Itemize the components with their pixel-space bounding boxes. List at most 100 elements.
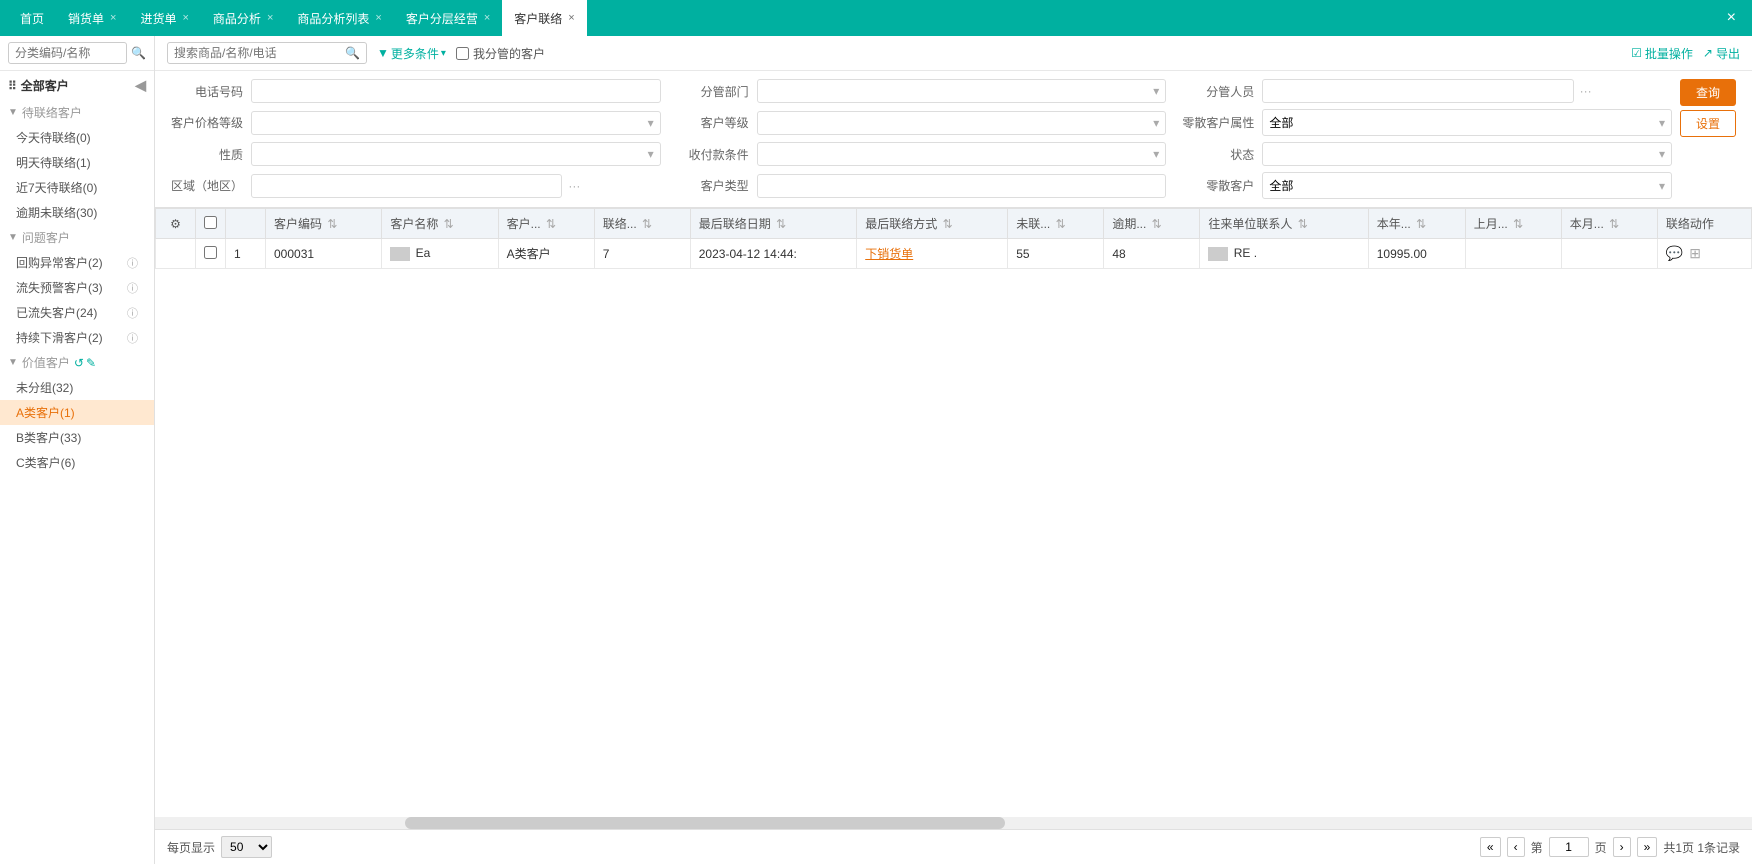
main-search-icon[interactable]: 🔍 — [345, 46, 360, 60]
col-last-month[interactable]: 上月... ⇅ — [1465, 209, 1561, 239]
sidebar-item-declining[interactable]: 持续下滑客户(2) ⓘ — [0, 325, 154, 350]
col-this-year[interactable]: 本年... ⇅ — [1368, 209, 1465, 239]
filter-cell-retail: 零散客户 全部 ▾ — [1182, 172, 1672, 199]
col-type[interactable]: 客户... ⇅ — [498, 209, 594, 239]
col-last-method[interactable]: 最后联络方式 ⇅ — [857, 209, 1008, 239]
customer-type-input[interactable] — [757, 174, 1167, 198]
col-settings[interactable]: ⚙ — [156, 209, 196, 239]
close-analysis-list-tab[interactable]: × — [375, 12, 381, 24]
batch-op-btn[interactable]: ☑ 批量操作 — [1631, 45, 1693, 62]
row-checkbox[interactable] — [196, 239, 226, 269]
status-select[interactable]: ▾ — [1262, 142, 1672, 166]
col-not-contact[interactable]: 未联... ⇅ — [1008, 209, 1104, 239]
advanced-filter: 电话号码 分管部门 ▾ 分管人员 — [155, 71, 1752, 208]
tab-customer-contact[interactable]: 客户联络 × — [502, 0, 586, 36]
sidebar-item-churn-warning[interactable]: 流失预警客户(3) ⓘ — [0, 275, 154, 300]
all-customers-header[interactable]: ⠿ 全部客户 ◀ — [0, 71, 154, 100]
next-page-btn[interactable]: › — [1613, 837, 1631, 857]
close-analysis-tab[interactable]: × — [267, 12, 273, 24]
nature-arrow: ▾ — [648, 147, 654, 161]
sidebar-search-input[interactable] — [8, 42, 127, 64]
nature-select[interactable]: ▾ — [251, 142, 661, 166]
my-customers-filter[interactable]: 我分管的客户 — [456, 45, 545, 62]
price-level-select[interactable]: ▾ — [251, 111, 661, 135]
row-name[interactable]: Ea — [382, 239, 498, 269]
col-name[interactable]: 客户名称 ⇅ — [382, 209, 498, 239]
row-this-month — [1561, 239, 1657, 269]
sidebar-item-overdue[interactable]: 逾期未联络(30) — [0, 200, 154, 225]
filter-row-1: 电话号码 分管部门 ▾ 分管人员 — [171, 79, 1672, 103]
tab-sales[interactable]: 销货单 × — [56, 0, 128, 36]
customer-level-select[interactable]: ▾ — [757, 111, 1167, 135]
close-customer-seg-tab[interactable]: × — [484, 12, 490, 24]
retail-attr-select[interactable]: 全部 ▾ — [1262, 109, 1672, 136]
col-overdue[interactable]: 逾期... ⇅ — [1104, 209, 1200, 239]
region-input[interactable] — [251, 174, 562, 198]
query-button[interactable]: 查询 — [1680, 79, 1736, 106]
last-page-btn[interactable]: » — [1637, 837, 1658, 857]
tab-customer-seg[interactable]: 客户分层经营 × — [394, 0, 502, 36]
my-customers-checkbox[interactable] — [456, 47, 469, 60]
scrollbar-thumb[interactable] — [405, 817, 1005, 829]
page-number-input[interactable] — [1549, 837, 1589, 857]
col-action: 联络动作 — [1657, 209, 1751, 239]
chat-action-icon[interactable]: 💬 — [1666, 245, 1683, 262]
sidebar-item-a-class[interactable]: A类客户(1) — [0, 400, 154, 425]
sidebar-item-b-class[interactable]: B类客户(33) — [0, 425, 154, 450]
sort-last-month-icon: ⇅ — [1513, 217, 1523, 231]
sidebar-search-icon[interactable]: 🔍 — [131, 46, 146, 60]
sidebar-collapse-btn[interactable]: ◀ — [135, 77, 146, 94]
settings-button[interactable]: 设置 — [1680, 110, 1736, 137]
col-checkbox[interactable] — [196, 209, 226, 239]
sidebar-item-ungroup[interactable]: 未分组(32) — [0, 375, 154, 400]
filter-bar: 🔍 ▼ 更多条件 ▾ 我分管的客户 ☑ 批量操作 ↗ 导出 — [155, 36, 1752, 71]
tab-analysis[interactable]: 商品分析 × — [201, 0, 285, 36]
sidebar-item-c-class[interactable]: C类客户(6) — [0, 450, 154, 475]
dept-select[interactable]: ▾ — [757, 79, 1167, 103]
close-customer-contact-tab[interactable]: × — [568, 12, 574, 24]
payment-select[interactable]: ▾ — [757, 142, 1167, 166]
col-contact[interactable]: 联络... ⇅ — [594, 209, 690, 239]
window-close-button[interactable]: × — [1719, 9, 1744, 27]
more-filters-btn[interactable]: ▼ 更多条件 ▾ — [377, 45, 446, 62]
select-all-checkbox[interactable] — [204, 216, 217, 229]
manager-input[interactable] — [1262, 79, 1573, 103]
export-btn[interactable]: ↗ 导出 — [1703, 45, 1740, 62]
action-btn-group: 查询 设置 — [1680, 79, 1736, 137]
sidebar-item-7days[interactable]: 近7天待联络(0) — [0, 175, 154, 200]
row-last-month — [1465, 239, 1561, 269]
edit-icon[interactable]: ✎ — [86, 356, 96, 370]
retail-attr-arrow: ▾ — [1659, 116, 1665, 130]
sidebar-item-tomorrow[interactable]: 明天待联络(1) — [0, 150, 154, 175]
tab-purchase[interactable]: 进货单 × — [128, 0, 200, 36]
prev-page-btn[interactable]: ‹ — [1507, 837, 1525, 857]
row-select-checkbox[interactable] — [204, 246, 217, 259]
grid-action-icon[interactable]: ⊞ — [1689, 245, 1701, 262]
row-seq: 1 — [226, 239, 266, 269]
sidebar-item-repurchase[interactable]: 回购异常客户(2) ⓘ — [0, 250, 154, 275]
tab-home[interactable]: 首页 — [8, 0, 56, 36]
close-purchase-tab[interactable]: × — [182, 12, 188, 24]
main-search-input[interactable] — [174, 46, 345, 60]
refresh-icon[interactable]: ↺ — [74, 356, 84, 370]
col-unit-contact[interactable]: 往来单位联系人 ⇅ — [1200, 209, 1368, 239]
first-page-btn[interactable]: « — [1480, 837, 1501, 857]
horizontal-scrollbar[interactable] — [155, 817, 1752, 829]
retail-select[interactable]: 全部 ▾ — [1262, 172, 1672, 199]
sidebar-item-churned[interactable]: 已流失客户(24) ⓘ — [0, 300, 154, 325]
close-sales-tab[interactable]: × — [110, 12, 116, 24]
tab-analysis-list[interactable]: 商品分析列表 × — [285, 0, 393, 36]
manager-dots[interactable]: ··· — [1574, 84, 1598, 98]
manager-label: 分管人员 — [1182, 83, 1262, 100]
row-last-method[interactable]: 下销货单 — [857, 239, 1008, 269]
col-this-month[interactable]: 本月... ⇅ — [1561, 209, 1657, 239]
col-last-date[interactable]: 最后联络日期 ⇅ — [690, 209, 856, 239]
col-code[interactable]: 客户编码 ⇅ — [266, 209, 382, 239]
row-type: A类客户 — [498, 239, 594, 269]
settings-icon: ⚙ — [170, 217, 181, 231]
region-dots[interactable]: ··· — [562, 179, 586, 193]
page-size-select[interactable]: 10 20 50 100 — [221, 836, 272, 858]
row-settings — [156, 239, 196, 269]
sidebar-item-today[interactable]: 今天待联络(0) — [0, 125, 154, 150]
phone-input[interactable] — [251, 79, 661, 103]
